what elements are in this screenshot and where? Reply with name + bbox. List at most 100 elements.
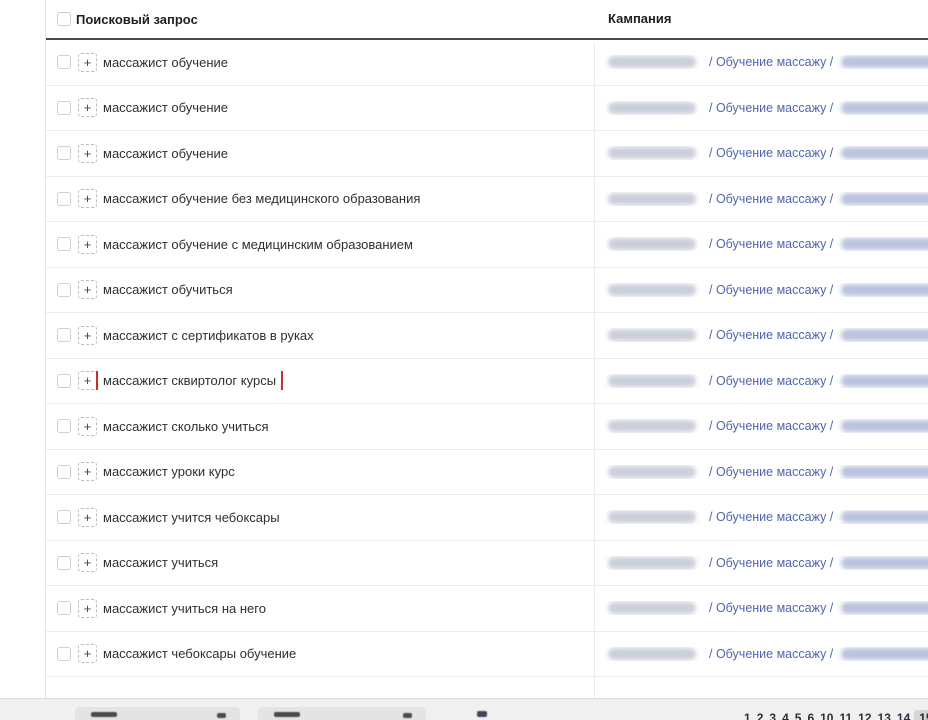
clipped-button-label [91,712,117,717]
search-queries-report-page: Поисковый запрос Кампания + массажист обу… [0,0,928,720]
pagination-page[interactable]: 11 [839,711,852,720]
redacted-campaign-name [608,283,696,296]
redacted-campaign-name [608,56,696,69]
row-checkbox[interactable] [57,419,71,434]
table-row: + массажист обучение без медицинского обр… [46,177,928,222]
row-checkbox[interactable] [57,510,71,525]
campaign-path-link[interactable]: / Обучение массажу / [709,556,833,570]
redacted-adgroup-name [841,283,928,296]
table-row: + массажист обучение / Обучение массажу / [46,86,928,131]
bulk-action-dropdown-2[interactable] [258,707,426,720]
search-query-text: массажист сквиртолог курсы [96,371,284,391]
row-checkbox[interactable] [57,146,71,161]
redacted-adgroup-name [841,556,928,569]
add-plus-button[interactable]: + [78,644,97,664]
campaign-path-link[interactable]: / Обучение массажу / [709,101,833,115]
add-plus-button[interactable]: + [78,553,97,573]
row-checkbox[interactable] [57,191,71,206]
row-checkbox[interactable] [57,601,71,616]
pagination-page[interactable]: 6 [807,711,814,720]
search-query-text: массажист обучение [103,54,228,70]
pagination-page[interactable]: 10 [820,711,833,720]
redacted-campaign-name [608,147,696,160]
table-row: + массажист учиться на него / Обучение мас… [46,586,928,632]
campaign-path-link[interactable]: / Обучение массажу / [709,146,833,160]
campaign-cell: / Обучение массажу / [594,601,928,615]
campaign-cell: / Обучение массажу / [594,237,928,251]
redacted-campaign-name [608,602,696,615]
campaign-path-link[interactable]: / Обучение массажу / [709,55,833,69]
pagination-page[interactable]: 5 [795,711,802,720]
table-row: + массажист обучиться / Обучение массажу / [46,268,928,313]
add-plus-button[interactable]: + [78,234,97,254]
header-query-cell: Поисковый запрос [46,12,594,27]
table-row: + массажист обучение / Обучение массажу / [46,131,928,177]
row-checkbox[interactable] [57,237,71,252]
search-query-text: массажист учиться на него [103,600,266,616]
campaign-path-link[interactable]: / Обучение массажу / [709,419,833,433]
query-cell: + массажист сквиртолог курсы [46,371,594,391]
chevron-down-icon [217,713,226,718]
search-query-text: массажист с сертификатов в руках [103,327,314,343]
table-row: + массажист чебоксары обучение / Обучение … [46,632,928,677]
add-plus-button[interactable]: + [78,143,97,163]
redacted-adgroup-name [841,329,928,342]
row-checkbox[interactable] [57,55,71,70]
add-plus-button[interactable]: + [78,416,97,436]
table-row: + массажист уроки курс / Обучение массажу … [46,450,928,495]
add-plus-button[interactable]: + [78,507,97,527]
add-plus-button[interactable]: + [78,98,97,118]
row-checkbox[interactable] [57,373,71,388]
row-checkbox[interactable] [57,328,71,343]
table-row: + массажист сколько учиться / Обучение мас… [46,404,928,450]
query-cell: + массажист чебоксары обучение [46,644,594,664]
campaign-path-link[interactable]: / Обучение массажу / [709,192,833,206]
redacted-campaign-name [608,465,696,478]
table-row: + массажист обучение с медицинским образо… [46,222,928,268]
select-all-checkbox[interactable] [57,12,71,26]
add-plus-button[interactable]: + [78,462,97,482]
pagination-page[interactable]: 15 [914,710,928,720]
redacted-campaign-name [608,192,696,205]
row-checkbox[interactable] [57,464,71,479]
column-header-campaign: Кампания [608,11,672,26]
add-plus-button[interactable]: + [78,598,97,618]
row-checkbox[interactable] [57,282,71,297]
add-plus-button[interactable]: + [78,280,97,300]
campaign-path-link[interactable]: / Обучение массажу / [709,328,833,342]
row-checkbox[interactable] [57,646,71,661]
pagination-page[interactable]: 13 [878,711,891,720]
query-cell: + массажист учится чебоксары [46,507,594,527]
redacted-adgroup-name [841,238,928,251]
table-row: + массажист с сертификатов в руках / Обуче… [46,313,928,359]
redacted-campaign-name [608,374,696,387]
search-query-text: массажист обучение [103,100,228,116]
campaign-path-link[interactable]: / Обучение массажу / [709,510,833,524]
table-row: + массажист учится чебоксары / Обучение ма… [46,495,928,541]
pagination-page[interactable]: 1 [744,711,751,720]
redacted-adgroup-name [841,465,928,478]
pagination-page[interactable]: 12 [858,711,871,720]
add-plus-button[interactable]: + [78,371,97,391]
pagination-page[interactable]: 2 [757,711,764,720]
redacted-campaign-name [608,420,696,433]
campaign-path-link[interactable]: / Обучение массажу / [709,601,833,615]
pagination-page[interactable]: 3 [769,711,776,720]
add-plus-button[interactable]: + [78,52,97,72]
campaign-path-link[interactable]: / Обучение массажу / [709,237,833,251]
add-plus-button[interactable]: + [78,189,97,209]
add-plus-button[interactable]: + [78,325,97,345]
query-cell: + массажист уроки курс [46,462,594,482]
campaign-path-link[interactable]: / Обучение массажу / [709,283,833,297]
row-checkbox[interactable] [57,100,71,115]
campaign-cell: / Обучение массажу / [594,101,928,115]
bulk-action-dropdown-1[interactable] [75,707,240,720]
pagination-page[interactable]: 4 [782,711,789,720]
campaign-path-link[interactable]: / Обучение массажу / [709,647,833,661]
row-checkbox[interactable] [57,555,71,570]
campaign-path-link[interactable]: / Обучение массажу / [709,465,833,479]
redacted-adgroup-name [841,192,928,205]
campaign-cell: / Обучение массажу / [594,328,928,342]
pagination-page[interactable]: 14 [897,711,910,720]
campaign-path-link[interactable]: / Обучение массажу / [709,374,833,388]
